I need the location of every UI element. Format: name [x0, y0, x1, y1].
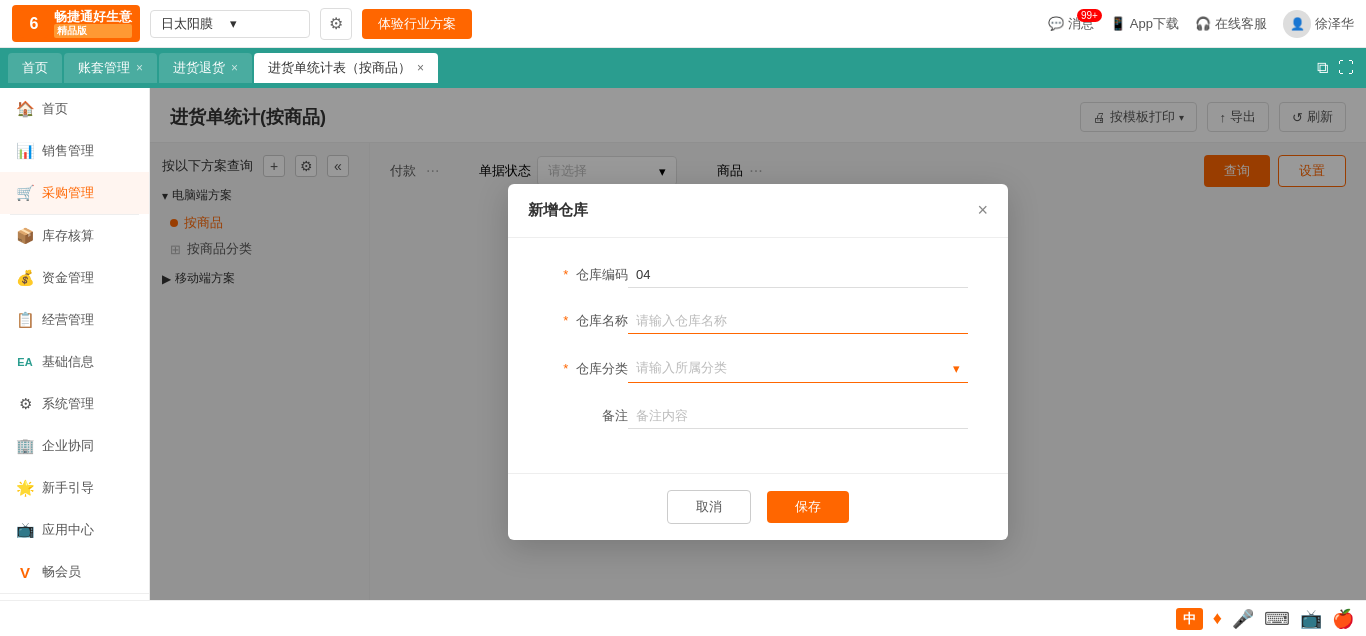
sidebar-item-guide[interactable]: 🌟 新手引导	[0, 467, 149, 509]
cancel-button[interactable]: 取消	[667, 490, 751, 524]
tab-bar: 首页 账套管理 × 进货退货 × 进货单统计表（按商品） × ⧉ ⛶	[0, 48, 1366, 88]
app-center-icon: 📺	[16, 521, 34, 539]
keyboard-icon[interactable]: ⌨	[1264, 608, 1290, 630]
sidebar-item-basic-info[interactable]: EA 基础信息	[0, 341, 149, 383]
dialog-title: 新增仓库	[528, 201, 588, 220]
phone-icon: 📱	[1110, 16, 1126, 31]
sidebar-item-purchase[interactable]: 🛒 采购管理	[0, 172, 149, 214]
warehouse-category-select[interactable]: 请输入所属分类 ▾	[628, 354, 968, 383]
sales-icon: 📊	[16, 142, 34, 160]
warehouse-name-input[interactable]	[628, 308, 968, 334]
basic-info-icon: EA	[16, 353, 34, 371]
bottom-bar: 中 ♦ 🎤 ⌨ 📺 🍎	[0, 600, 1366, 636]
form-row-name: * 仓库名称	[548, 308, 968, 334]
logo-icon: 6	[20, 10, 48, 38]
form-label-name: * 仓库名称	[548, 312, 628, 330]
mic-icon[interactable]: 🎤	[1232, 608, 1254, 630]
tab-fullscreen-btn[interactable]: ⛶	[1334, 55, 1358, 81]
message-icon: 💬	[1048, 16, 1064, 31]
chinese-input-btn[interactable]: 中	[1176, 608, 1203, 630]
tab-close-stats[interactable]: ×	[417, 61, 424, 75]
logo-text: 畅捷通好生意 精品版	[54, 9, 132, 39]
apple-icon[interactable]: 🍎	[1332, 608, 1354, 630]
online-service-nav-item[interactable]: 🎧 在线客服	[1195, 15, 1267, 33]
purchase-icon: 🛒	[16, 184, 34, 202]
new-warehouse-dialog: 新增仓库 × * 仓库编码 *	[508, 184, 1008, 540]
inventory-icon: 📦	[16, 227, 34, 245]
save-button[interactable]: 保存	[767, 491, 849, 523]
form-row-remark: 备注	[548, 403, 968, 429]
settings-icon[interactable]: ⚙	[320, 8, 352, 40]
display-icon[interactable]: 📺	[1300, 608, 1322, 630]
home-icon: 🏠	[16, 100, 34, 118]
app-download-nav-item[interactable]: 📱 App下载	[1110, 15, 1179, 33]
tab-stats[interactable]: 进货单统计表（按商品） ×	[254, 53, 438, 83]
sidebar-item-member[interactable]: V 畅会员	[0, 551, 149, 593]
dialog-body: * 仓库编码 * 仓库名称	[508, 238, 1008, 473]
form-label-code: * 仓库编码	[548, 266, 628, 284]
tab-accounts[interactable]: 账套管理 ×	[64, 53, 157, 83]
finance-icon: 💰	[16, 269, 34, 287]
enterprise-icon: 🏢	[16, 437, 34, 455]
sidebar-item-inventory[interactable]: 📦 库存核算	[0, 215, 149, 257]
trial-button[interactable]: 体验行业方案	[362, 9, 472, 39]
sidebar: 🏠 首页 📊 销售管理 🛒 采购管理 📦 库存核算 💰 资金管理 📋 经营管理 …	[0, 88, 150, 636]
main-layout: 🏠 首页 📊 销售管理 🛒 采购管理 📦 库存核算 💰 资金管理 📋 经营管理 …	[0, 88, 1366, 636]
chevron-down-icon: ▾	[230, 16, 299, 31]
logo-area: 6 畅捷通好生意 精品版	[12, 5, 140, 43]
sidebar-item-sales[interactable]: 📊 销售管理	[0, 130, 149, 172]
tab-restore-btn[interactable]: ⧉	[1313, 55, 1332, 81]
remark-input[interactable]	[628, 403, 968, 429]
form-row-category: * 仓库分类 请输入所属分类 ▾	[548, 354, 968, 383]
dialog-close-button[interactable]: ×	[977, 200, 988, 221]
sidebar-item-enterprise[interactable]: 🏢 企业协同	[0, 425, 149, 467]
form-label-remark: 备注	[548, 407, 628, 425]
dialog-footer: 取消 保存	[508, 473, 1008, 540]
operations-icon: 📋	[16, 311, 34, 329]
sidebar-item-system[interactable]: ⚙ 系统管理	[0, 383, 149, 425]
sidebar-item-app-center[interactable]: 📺 应用中心	[0, 509, 149, 551]
warehouse-code-input[interactable]	[628, 262, 968, 288]
sidebar-item-home[interactable]: 🏠 首页	[0, 88, 149, 130]
member-icon: V	[16, 563, 34, 581]
guide-icon: 🌟	[16, 479, 34, 497]
messages-nav-item[interactable]: 💬 消息 99+	[1048, 15, 1094, 33]
top-nav: 6 畅捷通好生意 精品版 日太阳膜 ▾ ⚙ 体验行业方案 💬 消息 99+ 📱 …	[0, 0, 1366, 48]
form-label-category: * 仓库分类	[548, 360, 628, 378]
category-select-chevron-icon: ▾	[953, 361, 960, 376]
user-avatar-area[interactable]: 👤 徐泽华	[1283, 10, 1354, 38]
avatar: 👤	[1283, 10, 1311, 38]
dialog-overlay: 新增仓库 × * 仓库编码 *	[150, 88, 1366, 636]
system-icon: ⚙	[16, 395, 34, 413]
sidebar-item-finance[interactable]: 💰 资金管理	[0, 257, 149, 299]
tab-close-returns[interactable]: ×	[231, 61, 238, 75]
store-selector[interactable]: 日太阳膜 ▾	[150, 10, 310, 38]
headset-icon: 🎧	[1195, 16, 1211, 31]
tab-close-accounts[interactable]: ×	[136, 61, 143, 75]
sidebar-item-operations[interactable]: 📋 经营管理	[0, 299, 149, 341]
accessibility-icon[interactable]: ♦	[1213, 608, 1222, 629]
content-area: 进货单统计(按商品) 🖨 按模板打印 ▾ ↑ 导出 ↺ 刷新	[150, 88, 1366, 636]
nav-right: 💬 消息 99+ 📱 App下载 🎧 在线客服 👤 徐泽华	[1048, 10, 1354, 38]
tab-returns[interactable]: 进货退货 ×	[159, 53, 252, 83]
tab-home[interactable]: 首页	[8, 53, 62, 83]
form-row-code: * 仓库编码	[548, 262, 968, 288]
dialog-header: 新增仓库 ×	[508, 184, 1008, 238]
